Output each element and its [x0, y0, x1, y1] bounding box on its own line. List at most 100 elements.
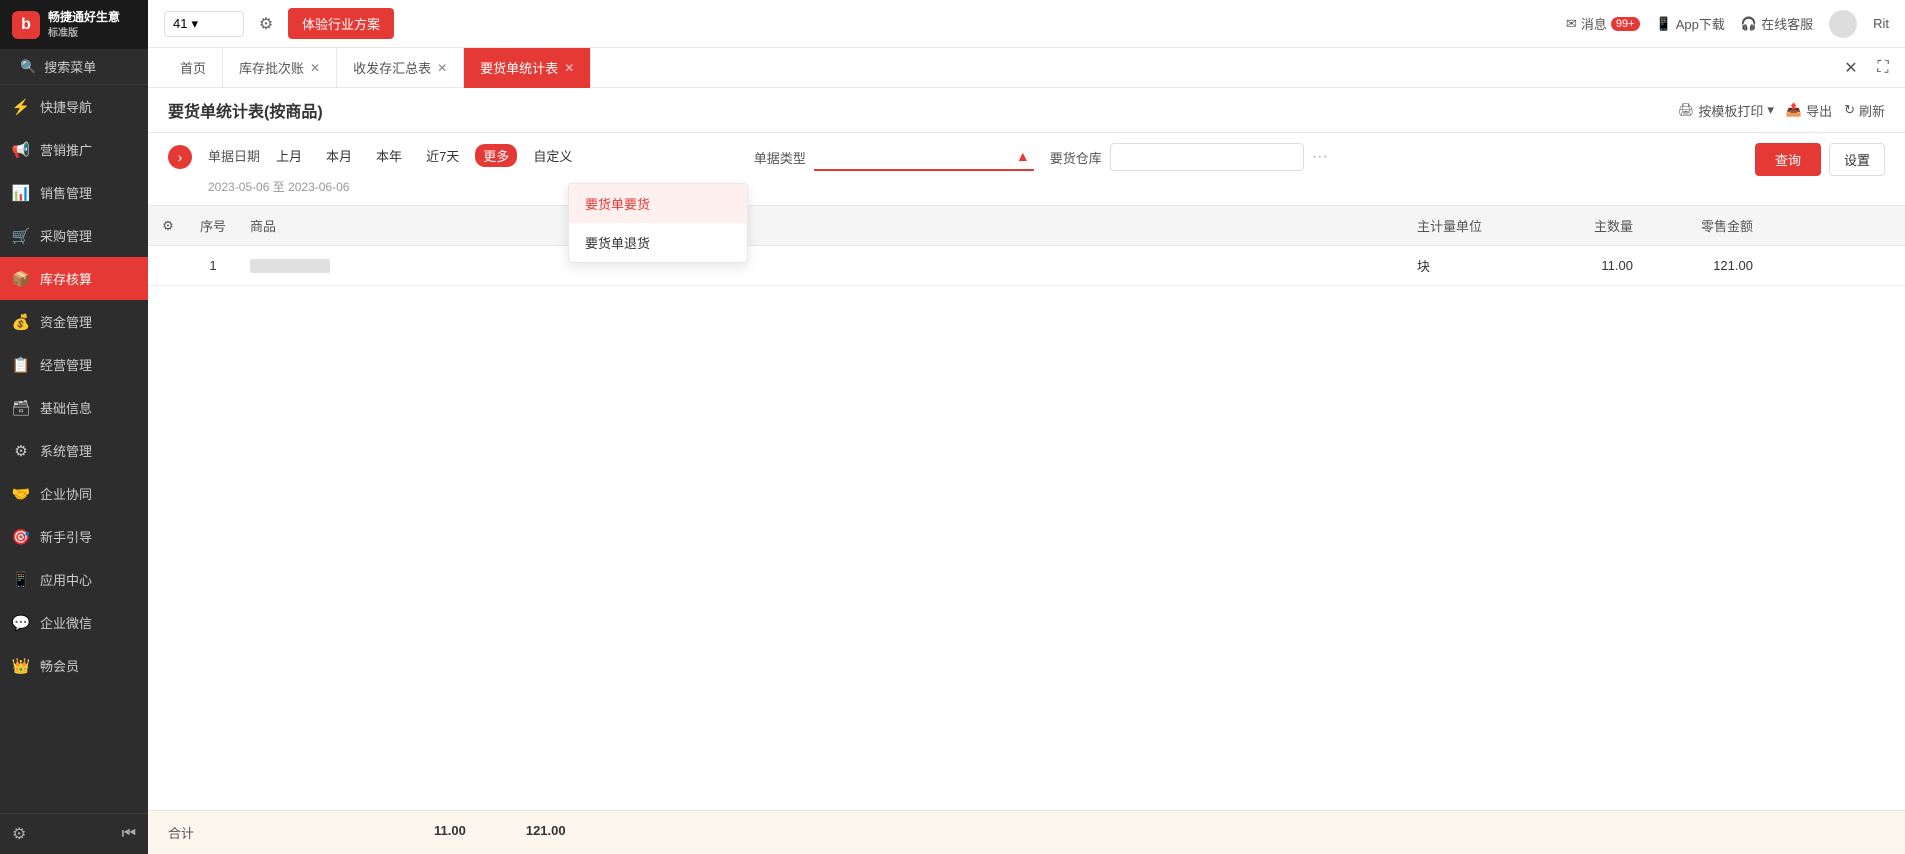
td-product — [238, 246, 1405, 286]
sidebar-item-wechat[interactable]: 💬 企业微信 — [0, 601, 148, 644]
app-download-label: App下载 — [1676, 14, 1725, 33]
tab-receive-summary-close[interactable]: ✕ — [437, 61, 447, 75]
settings-gear-button[interactable]: ⚙ — [252, 10, 280, 38]
more-dates-btn[interactable]: 更多 — [475, 144, 517, 167]
sidebar-item-basic[interactable]: 🗃 基础信息 — [0, 386, 148, 429]
sidebar-item-label: 营销推广 — [40, 140, 92, 159]
logo-icon: b — [12, 11, 40, 39]
last-7days-btn[interactable]: 近7天 — [418, 143, 467, 168]
sidebar-item-label: 畅会员 — [40, 656, 79, 675]
page-actions: 🖨 按模板打印 ▾ 📤 导出 ↻ 刷新 — [1678, 101, 1885, 120]
data-table: ⚙ 序号 商品 主计量单位 主数量 零售金额 1 — [148, 206, 1905, 286]
app-version: 标准版 — [48, 24, 120, 39]
sidebar-item-appcenter[interactable]: 📱 应用中心 — [0, 558, 148, 601]
th-product: 商品 — [238, 206, 1405, 246]
table-container: ⚙ 序号 商品 主计量单位 主数量 零售金额 1 — [148, 206, 1905, 810]
table-row: 1 块 11.00 121.00 — [148, 246, 1905, 286]
tab-home[interactable]: 首页 — [164, 48, 223, 88]
filter-settings-btn[interactable]: 设置 — [1829, 143, 1885, 176]
filter-expand-btn[interactable]: › — [168, 145, 192, 169]
dropdown-item-order-return[interactable]: 要货单退货 — [569, 223, 747, 262]
sidebar-item-operations[interactable]: 📋 经营管理 — [0, 343, 148, 386]
user-avatar[interactable] — [1829, 10, 1857, 38]
custom-date-btn[interactable]: 自定义 — [525, 143, 580, 168]
sidebar-item-label: 快捷导航 — [40, 97, 92, 116]
tab-order-stats-close[interactable]: ✕ — [564, 61, 574, 75]
sidebar-item-label: 资金管理 — [40, 312, 92, 331]
search-menu[interactable]: 🔍 搜索菜单 — [0, 49, 148, 85]
online-service-label: 在线客服 — [1761, 14, 1813, 33]
tabs-bar: 首页 库存批次账 ✕ 收发存汇总表 ✕ 要货单统计表 ✕ ✕ ⛶ — [148, 48, 1905, 88]
footer-qty-val: 11.00 — [434, 823, 466, 838]
online-service-btn[interactable]: 🎧 在线客服 — [1741, 14, 1813, 33]
message-btn[interactable]: ✉ 消息 99+ — [1566, 14, 1640, 33]
basic-icon: 🗃 — [12, 399, 30, 417]
print-btn[interactable]: 🖨 按模板打印 ▾ — [1678, 101, 1774, 120]
service-icon: 🎧 — [1741, 16, 1757, 32]
app-download-btn[interactable]: 📱 App下载 — [1656, 14, 1725, 33]
type-select[interactable]: ▲ — [814, 143, 1034, 171]
app-logo: b 畅捷通好生意 标准版 — [0, 0, 148, 49]
sidebar-item-collab[interactable]: 🤝 企业协同 — [0, 472, 148, 515]
td-empty — [1765, 246, 1905, 286]
product-placeholder — [250, 259, 330, 273]
sidebar-item-guide[interactable]: 🎯 新手引导 — [0, 515, 148, 558]
query-btn[interactable]: 查询 — [1755, 143, 1821, 176]
dropdown-item-order-goods[interactable]: 要货单要货 — [569, 184, 747, 223]
topbar-left: 41 ▾ ⚙ 体验行业方案 — [164, 8, 1554, 39]
sidebar-item-label: 应用中心 — [40, 570, 92, 589]
tab-batch-inventory-close[interactable]: ✕ — [310, 61, 320, 75]
maximize-btn[interactable]: ⛶ — [1869, 54, 1897, 82]
sidebar-item-inventory[interactable]: 📦 库存核算 — [0, 257, 148, 300]
this-year-btn[interactable]: 本年 — [368, 143, 410, 168]
this-month-btn[interactable]: 本月 — [318, 143, 360, 168]
print-icon: 🖨 — [1678, 102, 1695, 118]
page-header: 要货单统计表(按商品) 🖨 按模板打印 ▾ 📤 导出 ↻ 刷新 — [148, 88, 1905, 133]
footer-amount: 121.00 — [526, 823, 566, 842]
sidebar-item-purchase[interactable]: 🛒 采购管理 — [0, 214, 148, 257]
refresh-btn[interactable]: ↻ 刷新 — [1844, 101, 1885, 120]
td-settings — [148, 246, 188, 286]
export-icon: 📤 — [1786, 102, 1802, 118]
close-all-tabs-btn[interactable]: ✕ — [1837, 54, 1865, 82]
last-month-btn[interactable]: 上月 — [268, 143, 310, 168]
download-icon: 📱 — [1656, 16, 1672, 32]
sidebar-item-sales[interactable]: 📊 销售管理 — [0, 171, 148, 214]
type-select-arrow-up-icon: ▲ — [1016, 148, 1030, 164]
tab-receive-summary-label: 收发存汇总表 — [353, 58, 431, 77]
sales-icon: 📊 — [12, 184, 30, 202]
tab-batch-inventory[interactable]: 库存批次账 ✕ — [223, 48, 337, 88]
page-content: 要货单统计表(按商品) 🖨 按模板打印 ▾ 📤 导出 ↻ 刷新 › — [148, 88, 1905, 854]
td-amount: 121.00 — [1645, 246, 1765, 286]
tab-receive-summary[interactable]: 收发存汇总表 ✕ — [337, 48, 464, 88]
sidebar-item-quick-nav[interactable]: ⚡ 快捷导航 — [0, 85, 148, 128]
date-filter-label: 单据日期 — [208, 146, 260, 165]
member-icon: 👑 — [12, 657, 30, 675]
topbar: 41 ▾ ⚙ 体验行业方案 ✉ 消息 99+ 📱 App下载 🎧 在线客服 Ri… — [148, 0, 1905, 48]
footer-amount-val: 121.00 — [526, 823, 566, 838]
warehouse-input[interactable] — [1110, 143, 1304, 171]
tab-order-stats[interactable]: 要货单统计表 ✕ — [464, 48, 591, 88]
type-filter-label: 单据类型 — [754, 148, 806, 167]
filter-bar: › 单据日期 上月 本月 本年 近7天 更多 自定义 2023-05-06 至 … — [148, 133, 1905, 206]
refresh-icon: ↻ — [1844, 102, 1855, 118]
system-icon: ⚙ — [12, 442, 30, 460]
export-btn[interactable]: 📤 导出 — [1786, 101, 1832, 120]
settings-footer-icon[interactable]: ⚙ — [12, 824, 26, 844]
trial-btn[interactable]: 体验行业方案 — [288, 8, 394, 39]
tab-batch-inventory-label: 库存批次账 — [239, 58, 304, 77]
store-selector[interactable]: 41 ▾ — [164, 11, 244, 37]
more-options-icon[interactable]: ··· — [1312, 148, 1328, 166]
sidebar-item-finance[interactable]: 💰 资金管理 — [0, 300, 148, 343]
collapse-icon[interactable]: ⏮ — [122, 825, 136, 843]
export-label: 导出 — [1806, 101, 1832, 120]
sidebar-item-marketing[interactable]: 📢 营销推广 — [0, 128, 148, 171]
main-area: 41 ▾ ⚙ 体验行业方案 ✉ 消息 99+ 📱 App下载 🎧 在线客服 Ri… — [148, 0, 1905, 854]
td-qty: 11.00 — [1525, 246, 1645, 286]
warehouse-filter-group: 要货仓库 ··· — [1050, 143, 1328, 171]
sidebar-item-member[interactable]: 👑 畅会员 — [0, 644, 148, 687]
print-label: 按模板打印 — [1698, 101, 1763, 120]
sidebar-item-system[interactable]: ⚙ 系统管理 — [0, 429, 148, 472]
th-settings[interactable]: ⚙ — [148, 206, 188, 246]
type-dropdown: 要货单要货 要货单退货 — [568, 183, 748, 263]
